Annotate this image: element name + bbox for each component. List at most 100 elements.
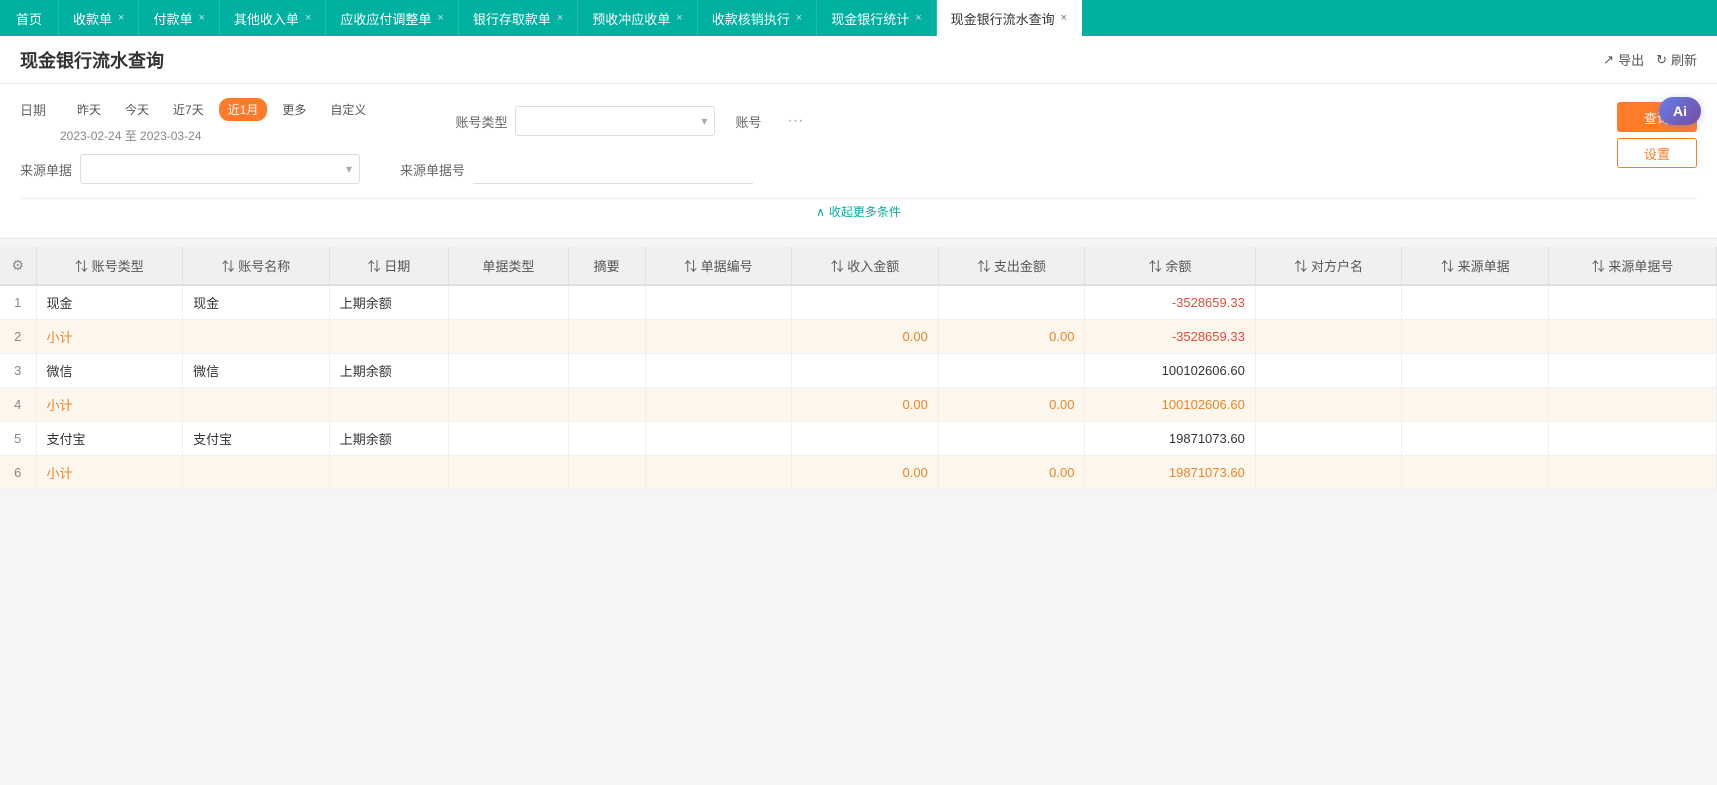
nav-tab-1[interactable]: 付款单 × <box>139 0 219 36</box>
nav-tab-0[interactable]: 收款单 × <box>59 0 139 36</box>
account-type-select-wrapper <box>515 106 715 136</box>
table-cell <box>1255 353 1402 387</box>
tab-close-0[interactable]: × <box>118 12 124 24</box>
tab-close-5[interactable]: × <box>676 12 682 24</box>
table-cell <box>329 455 448 489</box>
date-options: 昨天 今天 近7天 近1月 更多 自定义 <box>68 98 375 121</box>
col-balance-label: ⇅ 余额 <box>1149 259 1192 274</box>
tab-close-6[interactable]: × <box>796 12 802 24</box>
gear-icon[interactable]: ⚙ <box>11 257 24 273</box>
date-btn-custom[interactable]: 自定义 <box>321 98 375 121</box>
col-date[interactable]: ⇅ 日期 <box>329 247 448 285</box>
table-cell <box>1402 421 1549 455</box>
table-cell <box>449 387 568 421</box>
account-type-label: 账号类型 <box>455 112 507 131</box>
table-cell <box>1255 455 1402 489</box>
table-cell <box>645 319 792 353</box>
table-cell: 上期余额 <box>329 353 448 387</box>
nav-tab-3[interactable]: 应收应付调整单 × <box>326 0 458 36</box>
table-cell <box>792 353 939 387</box>
ai-badge[interactable]: Ai <box>1659 97 1701 125</box>
tab-label-2: 其他收入单 <box>234 9 299 28</box>
date-btn-yesterday[interactable]: 昨天 <box>68 98 110 121</box>
table-cell <box>183 455 330 489</box>
refresh-button[interactable]: ↻ 刷新 <box>1656 50 1697 69</box>
col-summary[interactable]: 摘要 <box>568 247 645 285</box>
tab-label-1: 付款单 <box>153 9 192 28</box>
table-cell <box>1255 285 1402 319</box>
col-balance[interactable]: ⇅ 余额 <box>1085 247 1255 285</box>
table-cell <box>568 285 645 319</box>
table-cell: 19871073.60 <box>1085 455 1255 489</box>
export-label: 导出 <box>1618 50 1644 69</box>
table-cell <box>938 421 1085 455</box>
source-doc-no-filter: 来源单据号 <box>400 154 753 184</box>
nav-tab-8[interactable]: 现金银行流水查询 × <box>937 0 1082 36</box>
col-expense[interactable]: ⇅ 支出金额 <box>938 247 1085 285</box>
col-source-doc[interactable]: ⇅ 来源单据 <box>1402 247 1549 285</box>
table-cell: 0.00 <box>792 319 939 353</box>
date-filter: 日期 昨天 今天 近7天 近1月 更多 自定义 2023-02-24 至 202… <box>20 98 375 144</box>
table-cell: 0.00 <box>792 455 939 489</box>
col-source-doc-no[interactable]: ⇅ 来源单据号 <box>1549 247 1717 285</box>
tab-close-2[interactable]: × <box>305 12 311 24</box>
date-btn-7days[interactable]: 近7天 <box>164 98 213 121</box>
table-cell: 微信 <box>183 353 330 387</box>
table-cell <box>938 285 1085 319</box>
table-cell <box>329 319 448 353</box>
account-type-filter: 账号类型 <box>455 106 715 136</box>
table-cell: -3528659.33 <box>1085 285 1255 319</box>
nav-tab-7[interactable]: 现金银行统计 × <box>817 0 936 36</box>
table-cell <box>645 285 792 319</box>
nav-tab-6[interactable]: 收款核销执行 × <box>698 0 817 36</box>
table-cell <box>449 319 568 353</box>
nav-tab-5[interactable]: 预收冲应收单 × <box>578 0 697 36</box>
tab-close-3[interactable]: × <box>437 12 443 24</box>
table-row: 1现金现金上期余额-3528659.33 <box>0 285 1717 319</box>
table-cell <box>449 353 568 387</box>
col-account-name-label: ⇅ 账号名称 <box>222 259 291 274</box>
tab-label-3: 应收应付调整单 <box>340 9 431 28</box>
col-doc-no[interactable]: ⇅ 单据编号 <box>645 247 792 285</box>
table-cell <box>1402 353 1549 387</box>
col-income[interactable]: ⇅ 收入金额 <box>792 247 939 285</box>
col-doc-no-label: ⇅ 单据编号 <box>684 259 753 274</box>
collapse-bar[interactable]: ∧ 收起更多条件 <box>20 198 1697 224</box>
nav-home[interactable]: 首页 <box>0 0 59 36</box>
col-doc-type[interactable]: 单据类型 <box>449 247 568 285</box>
tab-close-4[interactable]: × <box>557 12 563 24</box>
date-label: 日期 <box>20 100 60 119</box>
table-cell: 0.00 <box>938 387 1085 421</box>
col-settings[interactable]: ⚙ <box>0 247 36 285</box>
account-type-select[interactable] <box>515 106 715 136</box>
col-date-label: ⇅ 日期 <box>368 259 411 274</box>
col-counterparty[interactable]: ⇅ 对方户名 <box>1255 247 1402 285</box>
table-cell: 2 <box>0 319 36 353</box>
tab-close-8[interactable]: × <box>1061 12 1067 24</box>
col-expense-label: ⇅ 支出金额 <box>977 259 1046 274</box>
col-account-type[interactable]: ⇅ 账号类型 <box>36 247 183 285</box>
account-dots[interactable]: ··· <box>787 112 803 130</box>
nav-tab-4[interactable]: 银行存取款单 × <box>459 0 578 36</box>
table-cell: 0.00 <box>938 455 1085 489</box>
date-btn-more[interactable]: 更多 <box>273 98 315 121</box>
page-title: 现金银行流水查询 <box>20 47 164 73</box>
date-btn-today[interactable]: 今天 <box>116 98 158 121</box>
nav-tab-2[interactable]: 其他收入单 × <box>220 0 326 36</box>
table-cell: 0.00 <box>938 319 1085 353</box>
settings-button[interactable]: 设置 <box>1617 138 1697 168</box>
date-btn-1month[interactable]: 近1月 <box>219 98 268 121</box>
export-button[interactable]: ↗ 导出 <box>1603 50 1644 69</box>
source-doc-no-input[interactable] <box>473 154 753 184</box>
table-cell <box>183 319 330 353</box>
table-cell <box>1549 285 1717 319</box>
table-cell: 3 <box>0 353 36 387</box>
table-cell <box>645 455 792 489</box>
tab-close-7[interactable]: × <box>915 12 921 24</box>
data-table: ⚙ ⇅ 账号类型 ⇅ 账号名称 ⇅ 日期 单据类型 摘要 ⇅ 单 <box>0 247 1717 490</box>
tab-close-1[interactable]: × <box>198 12 204 24</box>
table-cell: 支付宝 <box>183 421 330 455</box>
source-doc-select[interactable] <box>80 154 360 184</box>
page-header: 现金银行流水查询 ↗ 导出 ↻ 刷新 <box>0 36 1717 84</box>
col-account-name[interactable]: ⇅ 账号名称 <box>183 247 330 285</box>
